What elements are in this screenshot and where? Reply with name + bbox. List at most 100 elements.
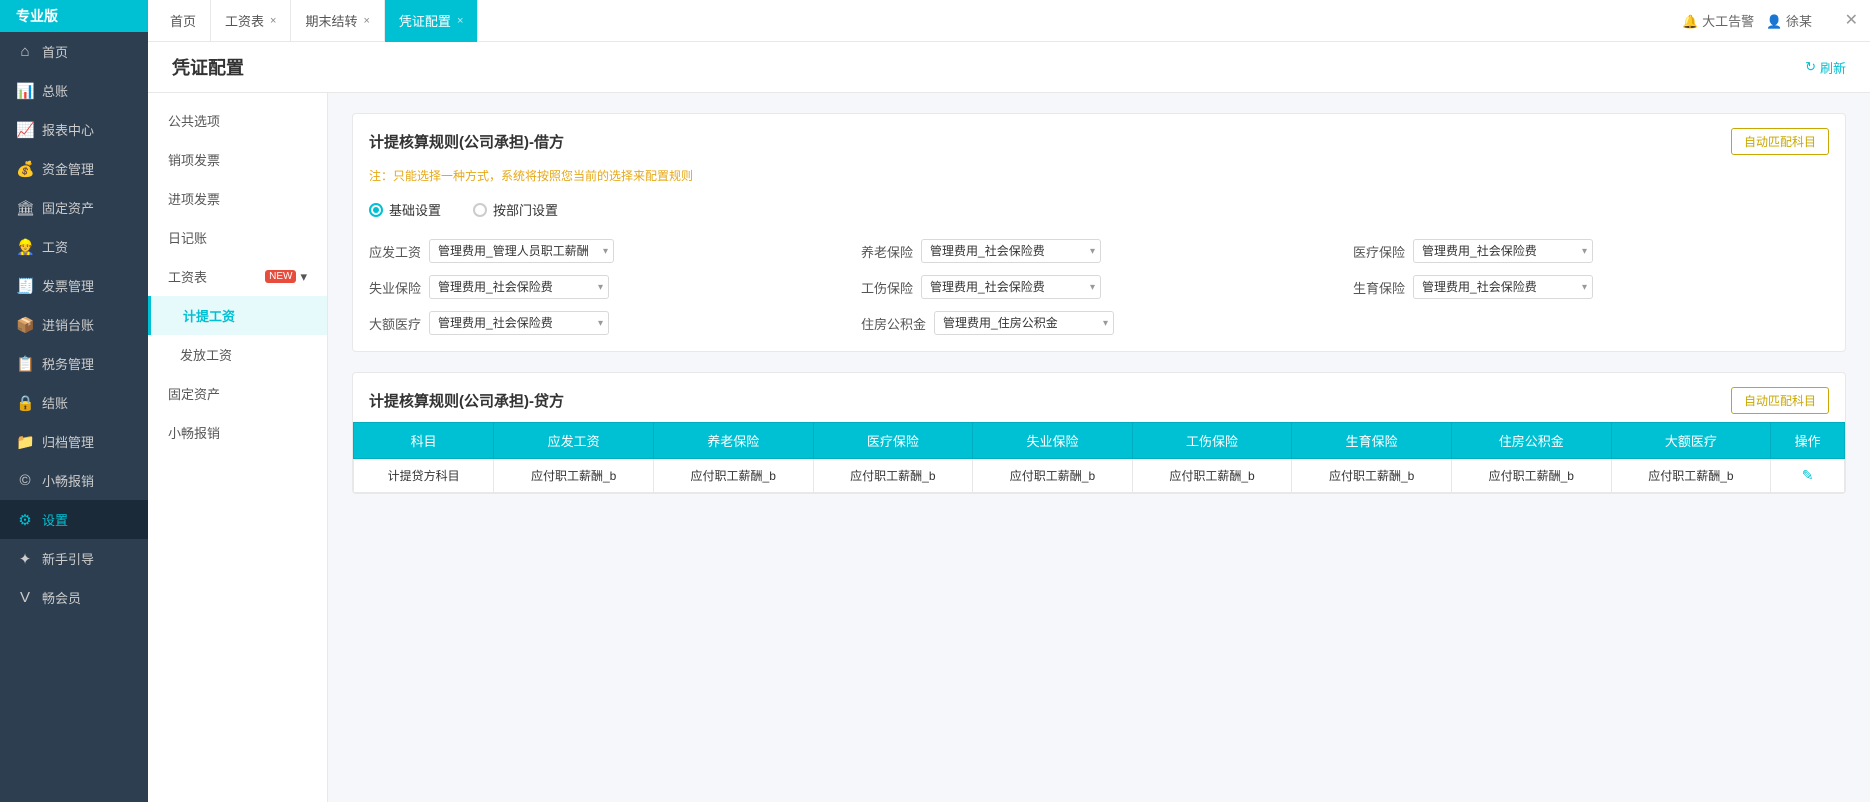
th-gsbx: 工伤保险	[1132, 423, 1292, 459]
left-nav: 公共选项 销项发票 进项发票 日记账 工资表 NEW ▾ 计提工资	[148, 93, 328, 802]
sidebar-item-capital[interactable]: 💰 资金管理	[0, 149, 148, 188]
radio-basic[interactable]: 基础设置	[369, 200, 441, 219]
tab-close-voucher[interactable]: ×	[457, 15, 463, 27]
select-ylbx[interactable]: 管理费用_社会保险费	[921, 239, 1101, 263]
th-yfgz: 应发工资	[494, 423, 654, 459]
radio-dept[interactable]: 按部门设置	[473, 200, 558, 219]
select-ylbx-wrapper: 管理费用_社会保险费 ▾	[921, 239, 1101, 263]
sidebar-item-settings-label: 设置	[42, 510, 68, 529]
sidebar-item-archive[interactable]: 📁 归档管理	[0, 422, 148, 461]
select-sybx2[interactable]: 管理费用_社会保险费	[1413, 275, 1593, 299]
select-sybx[interactable]: 管理费用_社会保险费	[429, 275, 609, 299]
label-gjj: 住房公积金	[861, 314, 926, 333]
td-val-0: 应付职工薪酬_b	[494, 459, 654, 493]
tab-voucher-config[interactable]: 凭证配置 ×	[385, 0, 478, 42]
window-close-btn[interactable]: ✕	[1845, 10, 1858, 30]
debit-title: 计提核算规则(公司承担)-借方	[369, 131, 564, 152]
main-panel: 计提核算规则(公司承担)-借方 自动匹配科目 注：只能选择一种方式，系统将按照您…	[328, 93, 1870, 802]
credit-table-body: 计提贷方科目 应付职工薪酬_b 应付职工薪酬_b 应付职工薪酬_b 应付职工薪酬…	[354, 459, 1845, 493]
sidebar-item-ledger[interactable]: 📊 总账	[0, 71, 148, 110]
left-nav-calc-salary[interactable]: 计提工资	[148, 296, 327, 335]
report-icon: 📈	[16, 121, 34, 139]
credit-section-header: 计提核算规则(公司承担)-贷方 自动匹配科目	[353, 373, 1845, 422]
field-sybx: 失业保险 管理费用_社会保险费 ▾	[369, 275, 845, 299]
label-ylbx2: 医疗保险	[1353, 242, 1405, 261]
left-nav-salary-table[interactable]: 工资表 NEW ▾	[148, 257, 327, 296]
sidebar-item-salary[interactable]: 👷 工资	[0, 227, 148, 266]
archive-icon: 📁	[16, 433, 34, 451]
content-wrapper: 公共选项 销项发票 进项发票 日记账 工资表 NEW ▾ 计提工资	[148, 93, 1870, 802]
debit-form-grid: 应发工资 管理费用_管理人员职工薪酬 ▾ 养老保险 管理费用_社会保险费	[353, 231, 1845, 351]
field-sybx2: 生育保险 管理费用_社会保险费 ▾	[1353, 275, 1829, 299]
auto-match-debit-button[interactable]: 自动匹配科目	[1731, 128, 1829, 155]
tab-salary-table[interactable]: 工资表 ×	[211, 0, 291, 42]
left-nav-submenu: 计提工资 发放工资	[148, 296, 327, 374]
debit-notice: 注：只能选择一种方式，系统将按照您当前的选择来配置规则	[353, 163, 1845, 194]
sidebar-item-expense[interactable]: © 小畅报销	[0, 461, 148, 500]
sidebar-item-report[interactable]: 📈 报表中心	[0, 110, 148, 149]
home-icon: ⌂	[16, 43, 34, 60]
sidebar-item-purchase-label: 进销台账	[42, 315, 94, 334]
field-ylbx: 养老保险 管理费用_社会保险费 ▾	[861, 239, 1337, 263]
label-sybx2: 生育保险	[1353, 278, 1405, 297]
select-ylbx2[interactable]: 管理费用_社会保险费	[1413, 239, 1593, 263]
sidebar-item-member[interactable]: V 畅会员	[0, 578, 148, 617]
sidebar-item-fixed-label: 固定资产	[42, 198, 94, 217]
debit-section: 计提核算规则(公司承担)-借方 自动匹配科目 注：只能选择一种方式，系统将按照您…	[352, 113, 1846, 352]
left-nav-public[interactable]: 公共选项	[148, 101, 327, 140]
left-nav-fixed-assets[interactable]: 固定资产	[148, 374, 327, 413]
select-deyiliao-wrapper: 管理费用_社会保险费 ▾	[429, 311, 609, 335]
select-gjj[interactable]: 管理费用_住房公积金	[934, 311, 1114, 335]
auto-match-credit-button[interactable]: 自动匹配科目	[1731, 387, 1829, 414]
sidebar-item-member-label: 畅会员	[42, 588, 81, 607]
left-nav-sales-invoice[interactable]: 销项发票	[148, 140, 327, 179]
select-gsbx[interactable]: 管理费用_社会保险费	[921, 275, 1101, 299]
td-edit[interactable]: ✎	[1771, 459, 1845, 493]
member-icon: V	[16, 589, 34, 606]
sidebar-item-invoice-label: 发票管理	[42, 276, 94, 295]
label-gsbx: 工伤保险	[861, 278, 913, 297]
sidebar-item-tax[interactable]: 📋 税务管理	[0, 344, 148, 383]
sidebar-item-ledger-label: 总账	[42, 81, 68, 100]
label-deyiliao: 大额医疗	[369, 314, 421, 333]
td-val-3: 应付职工薪酬_b	[973, 459, 1133, 493]
sidebar-item-purchase[interactable]: 📦 进销台账	[0, 305, 148, 344]
label-sybx: 失业保险	[369, 278, 421, 297]
left-nav-petty-cash[interactable]: 小畅报销	[148, 413, 327, 452]
expand-icon: ▾	[300, 269, 307, 285]
tab-close-period[interactable]: ×	[363, 15, 369, 27]
salary-icon: 👷	[16, 238, 34, 256]
table-row: 计提贷方科目 应付职工薪酬_b 应付职工薪酬_b 应付职工薪酬_b 应付职工薪酬…	[354, 459, 1845, 493]
td-val-5: 应付职工薪酬_b	[1292, 459, 1452, 493]
td-val-4: 应付职工薪酬_b	[1132, 459, 1292, 493]
sidebar-item-close[interactable]: 🔒 结账	[0, 383, 148, 422]
tab-close-salary[interactable]: ×	[270, 15, 276, 27]
td-val-1: 应付职工薪酬_b	[653, 459, 813, 493]
select-ylbx2-wrapper: 管理费用_社会保险费 ▾	[1413, 239, 1593, 263]
tab-period-close[interactable]: 期末结转 ×	[291, 0, 384, 42]
th-deyiliao: 大额医疗	[1611, 423, 1771, 459]
sidebar-item-home-label: 首页	[42, 42, 68, 61]
sidebar-item-expense-label: 小畅报销	[42, 471, 94, 490]
sidebar-item-home[interactable]: ⌂ 首页	[0, 32, 148, 71]
credit-table-header-row: 科目 应发工资 养老保险 医疗保险 失业保险 工伤保险 生育保险 住房公积金 大…	[354, 423, 1845, 459]
settings-icon: ⚙	[16, 511, 34, 529]
select-deyiliao[interactable]: 管理费用_社会保险费	[429, 311, 609, 335]
sidebar-item-invoice-mgmt[interactable]: 🧾 发票管理	[0, 266, 148, 305]
sidebar-item-report-label: 报表中心	[42, 120, 94, 139]
select-yfgz-wrapper: 管理费用_管理人员职工薪酬 ▾	[429, 239, 614, 263]
select-yfgz[interactable]: 管理费用_管理人员职工薪酬	[429, 239, 614, 263]
field-ylbx2: 医疗保险 管理费用_社会保险费 ▾	[1353, 239, 1829, 263]
sidebar-item-guide[interactable]: ✦ 新手引导	[0, 539, 148, 578]
left-nav-purchase-invoice[interactable]: 进项发票	[148, 179, 327, 218]
select-gsbx-wrapper: 管理费用_社会保险费 ▾	[921, 275, 1101, 299]
tab-home[interactable]: 首页	[156, 0, 211, 42]
edit-icon[interactable]: ✎	[1802, 467, 1814, 483]
ledger-icon: 📊	[16, 82, 34, 100]
sidebar-item-settings[interactable]: ⚙ 设置	[0, 500, 148, 539]
left-nav-journal[interactable]: 日记账	[148, 218, 327, 257]
refresh-button[interactable]: ↻ 刷新	[1805, 58, 1846, 77]
td-val-2: 应付职工薪酬_b	[813, 459, 973, 493]
sidebar-item-fixed[interactable]: 🏛 固定资产	[0, 188, 148, 227]
left-nav-pay-salary[interactable]: 发放工资	[148, 335, 327, 374]
